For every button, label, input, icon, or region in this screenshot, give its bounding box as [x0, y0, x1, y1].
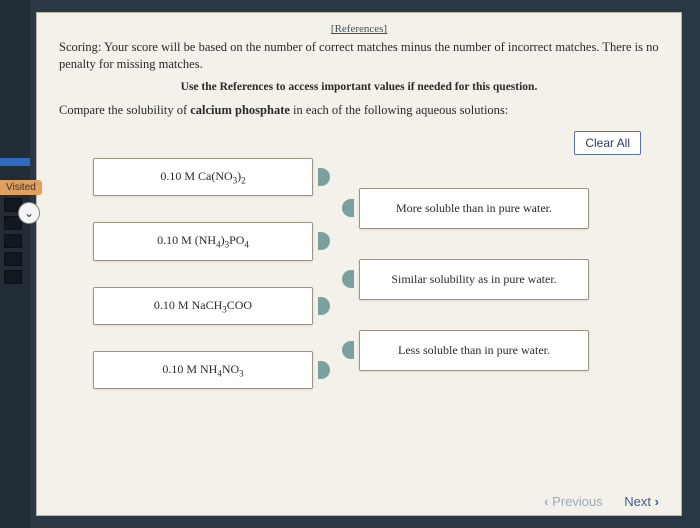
use-references-hint: Use the References to access important v… — [59, 81, 659, 93]
clear-all-button[interactable]: Clear All — [574, 131, 641, 155]
source-tile[interactable]: 0.10 M NaCH3COO — [93, 287, 313, 325]
question-page: [References] Scoring: Your score will be… — [36, 12, 682, 516]
next-button[interactable]: Next › — [624, 494, 659, 509]
visited-tag: Visited — [0, 180, 42, 195]
matching-workarea: 0.10 M Ca(NO3)2 0.10 M (NH4)3PO4 0.10 M … — [59, 158, 659, 488]
rail-accent — [0, 158, 30, 166]
nav-footer: ‹ Previous Next › — [544, 494, 659, 509]
references-link[interactable]: [References] — [59, 23, 659, 35]
target-tile[interactable]: Less soluble than in pure water. — [359, 330, 589, 371]
previous-button[interactable]: ‹ Previous — [544, 494, 603, 509]
source-column: 0.10 M Ca(NO3)2 0.10 M (NH4)3PO4 0.10 M … — [93, 158, 313, 416]
collapse-button[interactable]: ⌄ — [18, 202, 40, 224]
target-tile[interactable]: More soluble than in pure water. — [359, 188, 589, 229]
question-prompt: Compare the solubility of calcium phosph… — [59, 103, 659, 118]
source-tile[interactable]: 0.10 M (NH4)3PO4 — [93, 222, 313, 260]
target-column: More soluble than in pure water. Similar… — [359, 188, 589, 401]
source-tile[interactable]: 0.10 M NH4NO3 — [93, 351, 313, 389]
chevron-left-icon: ‹ — [544, 494, 548, 509]
left-tool-rail — [0, 0, 30, 528]
source-tile[interactable]: 0.10 M Ca(NO3)2 — [93, 158, 313, 196]
scoring-text: Scoring: Your score will be based on the… — [59, 39, 659, 73]
chevron-right-icon: › — [655, 494, 659, 509]
target-tile[interactable]: Similar solubility as in pure water. — [359, 259, 589, 300]
